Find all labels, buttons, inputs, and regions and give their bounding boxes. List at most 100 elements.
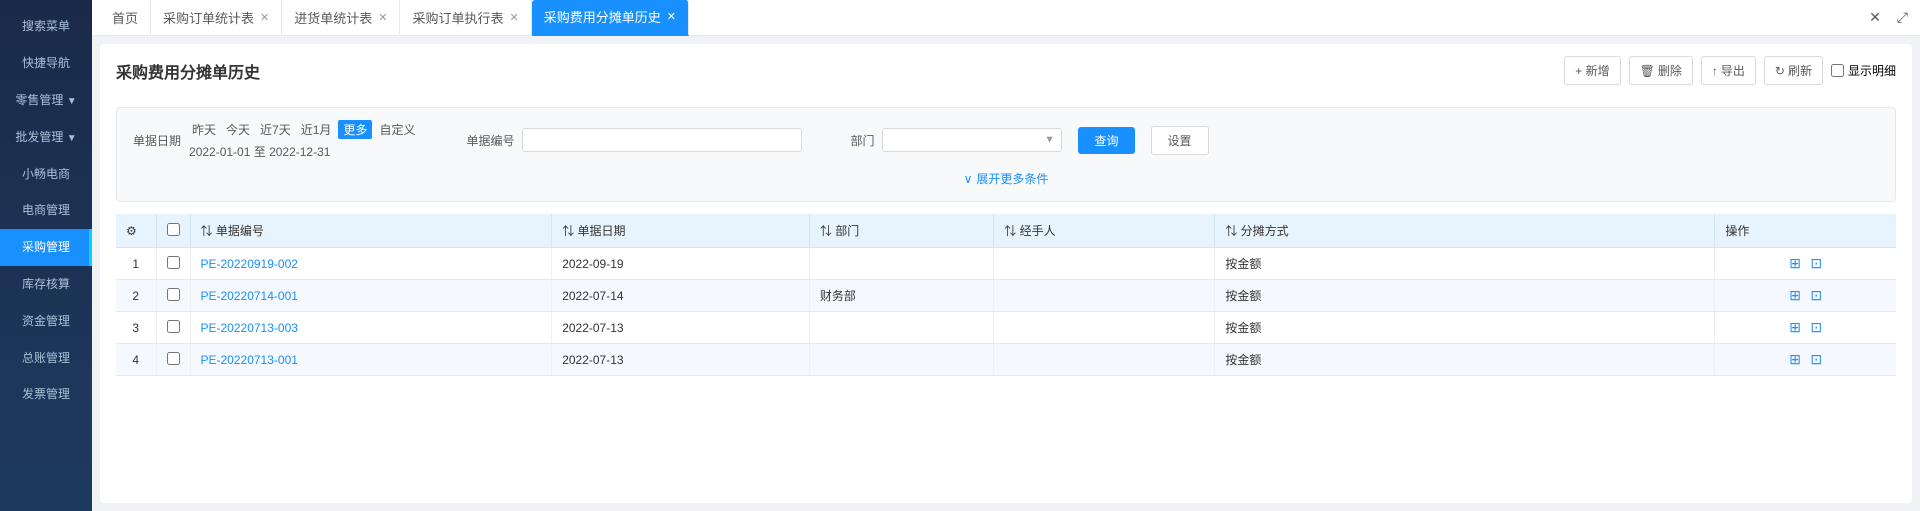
sort-icon: ⇅ (562, 224, 574, 238)
sidebar-item-inventory[interactable]: 库存核算 (0, 266, 92, 303)
doc-no-label: 单据编号 (466, 132, 514, 149)
col-doc-no[interactable]: ⇅ 单据编号 (190, 214, 552, 248)
tab-maximize-btn[interactable]: ⤢ (1893, 9, 1912, 26)
table-row: 1 PE-20220919-002 2022-09-19 按金额 ⊞ ⊡ (116, 248, 1896, 280)
sort-icon: ⇅ (820, 224, 832, 238)
table-header-row: ⚙ ⇅ 单据编号 ⇅ 单据日期 ⇅ 部门 ⇅ (116, 214, 1896, 248)
sort-icon: ⇅ (1225, 224, 1237, 238)
row-checkbox-cell[interactable] (156, 248, 190, 280)
doc-no-input[interactable] (522, 128, 802, 152)
dept-select[interactable]: 财务部 (882, 128, 1062, 152)
row-checkbox[interactable] (167, 352, 180, 365)
add-button[interactable]: + 新增 (1564, 56, 1620, 85)
sidebar-item-ecommerce-small[interactable]: 小畅电商 (0, 156, 92, 193)
expand-button[interactable]: ∨ 展开更多条件 (956, 168, 1057, 189)
search-button[interactable]: 查询 (1078, 127, 1134, 154)
sidebar-item-finance[interactable]: 资金管理 (0, 303, 92, 340)
view-icon[interactable]: ⊞ (1789, 255, 1801, 271)
dept-field: 部门 财务部 ▼ (850, 128, 1062, 152)
doc-no-field: 单据编号 (466, 128, 802, 152)
row-checkbox[interactable] (167, 256, 180, 269)
tab-purchase-cost-history[interactable]: 采购费用分摊单历史 ✕ (532, 0, 689, 36)
tab-purchase-order-stat[interactable]: 采购订单统计表 ✕ (151, 0, 282, 36)
tab-purchase-exec[interactable]: 采购订单执行表 ✕ (400, 0, 531, 36)
row-handler (994, 280, 1215, 312)
close-icon[interactable]: ✕ (667, 10, 676, 23)
col-handler[interactable]: ⇅ 经手人 (994, 214, 1215, 248)
more-icon[interactable]: ⊡ (1810, 255, 1822, 271)
page-title: 采购费用分摊单历史 (116, 59, 260, 83)
close-icon[interactable]: ✕ (510, 11, 519, 24)
table-row: 4 PE-20220713-001 2022-07-13 按金额 ⊞ ⊡ (116, 344, 1896, 376)
display-detail-checkbox[interactable] (1831, 64, 1844, 77)
row-checkbox-cell[interactable] (156, 344, 190, 376)
sidebar-item-wholesale[interactable]: 批发管理 ▼ (0, 119, 92, 156)
row-action: ⊞ ⊡ (1715, 312, 1896, 344)
shortcut-more[interactable]: 更多 (338, 120, 372, 139)
row-handler (994, 312, 1215, 344)
sidebar-item-invoice[interactable]: 发票管理 (0, 376, 92, 413)
sidebar-item-search[interactable]: 搜索菜单 (0, 8, 92, 45)
date-shortcuts: 昨天 今天 近7天 近1月 更多 自定义 (189, 120, 418, 139)
toolbar: + 新增 🗑 删除 ↑ 导出 ↻ 刷新 显示明细 (1564, 56, 1896, 85)
row-method: 按金额 (1215, 248, 1715, 280)
row-number: 1 (116, 248, 156, 280)
row-dept (809, 248, 993, 280)
tab-inbound-stat[interactable]: 进货单统计表 ✕ (282, 0, 400, 36)
more-icon[interactable]: ⊡ (1810, 287, 1822, 303)
more-icon[interactable]: ⊡ (1810, 351, 1822, 367)
display-detail-toggle[interactable]: 显示明细 (1831, 62, 1896, 79)
tab-bar: 首页 采购订单统计表 ✕ 进货单统计表 ✕ 采购订单执行表 ✕ 采购费用分摊单历… (92, 0, 1920, 36)
row-action: ⊞ ⊡ (1715, 280, 1896, 312)
header-title-area: 采购费用分摊单历史 + 新增 🗑 删除 ↑ 导出 ↻ 刷新 显示明细 (116, 56, 1896, 97)
refresh-icon: ↻ (1775, 64, 1785, 78)
view-icon[interactable]: ⊞ (1789, 287, 1801, 303)
tab-close-btn[interactable]: ✕ (1865, 9, 1885, 26)
sidebar-item-retail[interactable]: 零售管理 ▼ (0, 82, 92, 119)
col-date[interactable]: ⇅ 单据日期 (552, 214, 810, 248)
doc-no-link[interactable]: PE-20220919-002 (201, 257, 298, 271)
tab-home[interactable]: 首页 (100, 0, 151, 36)
sidebar-item-ecommerce[interactable]: 电商管理 (0, 192, 92, 229)
col-method[interactable]: ⇅ 分摊方式 (1215, 214, 1715, 248)
col-settings[interactable]: ⚙ (116, 214, 156, 248)
view-icon[interactable]: ⊞ (1789, 351, 1801, 367)
data-table: ⚙ ⇅ 单据编号 ⇅ 单据日期 ⇅ 部门 ⇅ (116, 214, 1896, 376)
close-icon[interactable]: ✕ (260, 11, 269, 24)
row-doc-no: PE-20220714-001 (190, 280, 552, 312)
row-checkbox[interactable] (167, 320, 180, 333)
table-row: 3 PE-20220713-003 2022-07-13 按金额 ⊞ ⊡ (116, 312, 1896, 344)
row-checkbox[interactable] (167, 288, 180, 301)
shortcut-1month[interactable]: 近1月 (298, 120, 335, 139)
row-checkbox-cell[interactable] (156, 312, 190, 344)
shortcut-yesterday[interactable]: 昨天 (189, 120, 219, 139)
more-icon[interactable]: ⊡ (1810, 319, 1822, 335)
select-all-checkbox[interactable] (167, 223, 180, 236)
setting-button[interactable]: 设置 (1151, 126, 1209, 155)
export-icon: ↑ (1712, 64, 1718, 78)
view-icon[interactable]: ⊞ (1789, 319, 1801, 335)
export-button[interactable]: ↑ 导出 (1701, 56, 1756, 85)
doc-no-link[interactable]: PE-20220713-003 (201, 321, 298, 335)
col-check[interactable] (156, 214, 190, 248)
row-handler (994, 248, 1215, 280)
close-icon[interactable]: ✕ (378, 11, 387, 24)
sidebar-item-purchase[interactable]: 采购管理 (0, 229, 92, 266)
row-method: 按金额 (1215, 344, 1715, 376)
row-action: ⊞ ⊡ (1715, 344, 1896, 376)
shortcut-7days[interactable]: 近7天 (257, 120, 294, 139)
sidebar-item-ledger[interactable]: 总账管理 (0, 340, 92, 377)
chevron-down-icon: ∨ (964, 172, 973, 186)
refresh-button[interactable]: ↻ 刷新 (1764, 56, 1823, 85)
delete-button[interactable]: 🗑 删除 (1629, 56, 1693, 85)
shortcut-custom[interactable]: 自定义 (376, 120, 418, 139)
sidebar-item-quicknav[interactable]: 快捷导航 (0, 45, 92, 82)
col-dept[interactable]: ⇅ 部门 (809, 214, 993, 248)
row-date: 2022-07-13 (552, 312, 810, 344)
doc-no-link[interactable]: PE-20220713-001 (201, 353, 298, 367)
chevron-down-icon: ▼ (67, 96, 77, 107)
shortcut-today[interactable]: 今天 (223, 120, 253, 139)
row-checkbox-cell[interactable] (156, 280, 190, 312)
chevron-down-icon: ▼ (67, 133, 77, 144)
doc-no-link[interactable]: PE-20220714-001 (201, 289, 298, 303)
